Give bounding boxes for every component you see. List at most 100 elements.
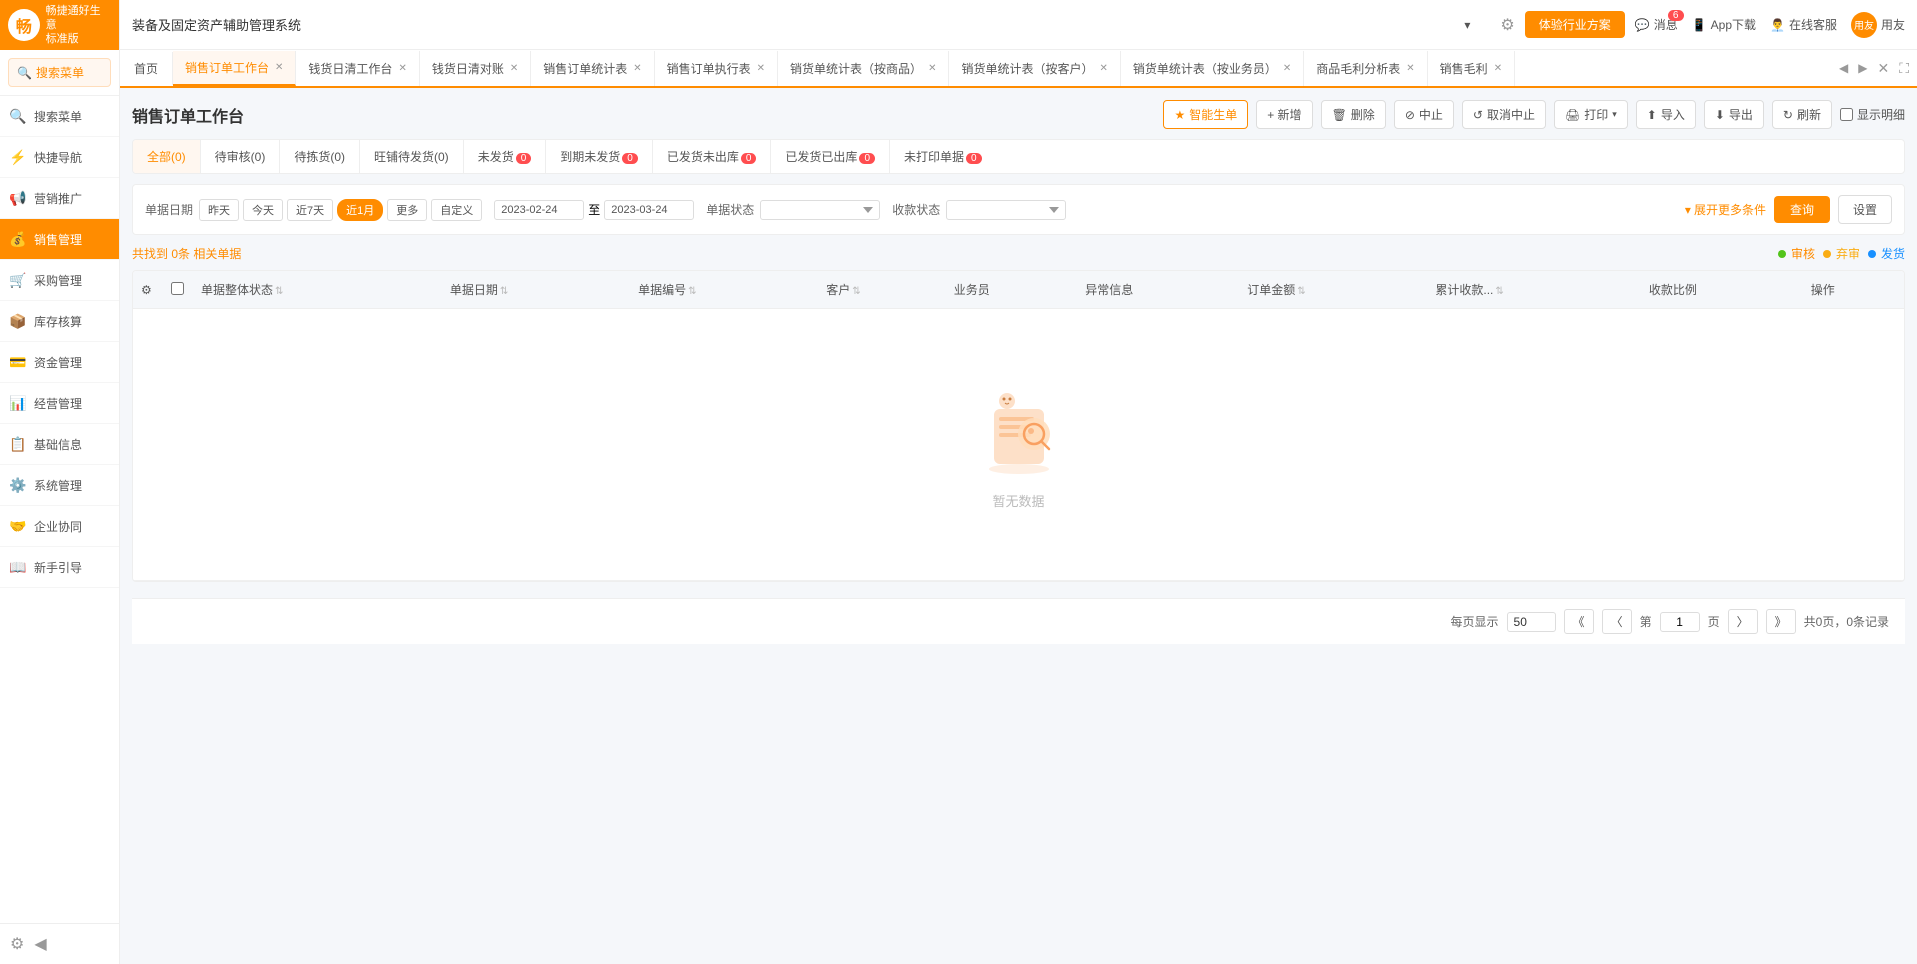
filter-tab-pending_check[interactable]: 待拣货(0) <box>280 140 360 173</box>
pause-button[interactable]: ⊘ 中止 <box>1394 100 1454 129</box>
sidebar-item-sales[interactable]: 💰销售管理 <box>0 219 119 260</box>
online-service-button[interactable]: 👨‍💼 在线客服 <box>1770 16 1837 33</box>
filter-tab-not_printed[interactable]: 未打印单据0 <box>890 140 996 173</box>
date-from-input[interactable] <box>494 200 584 220</box>
last-page-button[interactable]: 》 <box>1766 609 1796 634</box>
tab-cash_reconcile[interactable]: 钱货日清对账✕ <box>420 51 531 86</box>
date-btn-更多[interactable]: 更多 <box>387 199 427 221</box>
th-checkbox[interactable] <box>163 271 193 309</box>
tab-close-icon[interactable]: ✕ <box>275 62 283 73</box>
select-all-checkbox[interactable] <box>171 282 184 295</box>
expand-conditions-button[interactable]: ▾ 展开更多条件 <box>1685 201 1766 218</box>
tab-home[interactable]: 首页 <box>120 52 173 85</box>
export-button[interactable]: ⬇ 导出 <box>1704 100 1764 129</box>
sidebar-item-operation[interactable]: 📊经营管理 <box>0 383 119 424</box>
next-page-button[interactable]: 〉 <box>1728 609 1758 634</box>
tab-sales_exec[interactable]: 销售订单执行表✕ <box>655 51 778 86</box>
filter-tab-not_shipped[interactable]: 未发货0 <box>464 140 547 173</box>
filter-tab-overdue_not_shipped[interactable]: 到期未发货0 <box>546 140 653 173</box>
sidebar-item-purchase[interactable]: 🛒采购管理 <box>0 260 119 301</box>
tab-cash_daily[interactable]: 钱货日清工作台✕ <box>296 51 419 86</box>
cancel-pause-button[interactable]: ↺ 取消中止 <box>1462 100 1546 129</box>
sidebar-item-basic[interactable]: 📋基础信息 <box>0 424 119 465</box>
delete-button[interactable]: 🗑 删除 <box>1321 100 1386 129</box>
tab-margin_analysis[interactable]: 商品毛利分析表✕ <box>1304 51 1427 86</box>
page-size-select[interactable]: 50 10 20 100 <box>1507 612 1556 632</box>
new-button[interactable]: + 新增 <box>1256 100 1312 129</box>
filter-tab-all[interactable]: 全部(0) <box>133 140 201 173</box>
user-button[interactable]: 用友 用友 <box>1851 12 1905 38</box>
tab-sales_stat[interactable]: 销售订单统计表✕ <box>531 51 654 86</box>
sidebar-item-search[interactable]: 🔍搜索菜单 <box>0 96 119 137</box>
query-button[interactable]: 查询 <box>1774 196 1830 223</box>
show-detail-checkbox[interactable] <box>1840 108 1853 121</box>
prev-page-button[interactable]: 〈 <box>1602 609 1632 634</box>
settings-icon[interactable]: ⚙ <box>10 934 24 954</box>
status-select[interactable] <box>760 200 880 220</box>
smart-create-button[interactable]: ★ 智能生单 <box>1163 100 1248 129</box>
tab-close-icon[interactable]: ✕ <box>1406 63 1414 74</box>
search-menu-button[interactable]: 🔍 搜索菜单 <box>8 58 111 87</box>
first-page-button[interactable]: 《 <box>1564 609 1594 634</box>
tab-close-icon[interactable]: ✕ <box>1494 63 1502 74</box>
ship-button[interactable]: 发货 <box>1868 245 1905 262</box>
tab-close-icon[interactable]: ✕ <box>928 63 936 74</box>
show-detail-label[interactable]: 显示明细 <box>1840 106 1905 123</box>
th-collected[interactable]: 累计收款...⇅ <box>1427 271 1640 309</box>
app-download-button[interactable]: 📱 App下载 <box>1692 16 1756 33</box>
date-btn-近1月[interactable]: 近1月 <box>337 199 383 221</box>
tab-next-icon[interactable]: ▶ <box>1854 59 1871 77</box>
payment-select[interactable] <box>946 200 1066 220</box>
th-customer[interactable]: 客户⇅ <box>818 271 945 309</box>
sidebar-item-finance[interactable]: 💳资金管理 <box>0 342 119 383</box>
tab-close-icon[interactable]: ✕ <box>398 63 406 74</box>
tab-close-icon[interactable]: ✕ <box>510 63 518 74</box>
refresh-button[interactable]: ↻ 刷新 <box>1772 100 1832 129</box>
tab-sales_profit[interactable]: 销售毛利✕ <box>1428 51 1515 86</box>
date-btn-今天[interactable]: 今天 <box>243 199 283 221</box>
fullscreen-icon[interactable]: ⛶ <box>1895 58 1913 79</box>
import-button[interactable]: ⬆ 导入 <box>1636 100 1696 129</box>
sidebar-item-cooperation[interactable]: 🤝企业协同 <box>0 506 119 547</box>
close-all-tabs-icon[interactable]: ✕ <box>1873 58 1893 79</box>
filter-tab-pending_review[interactable]: 待审核(0) <box>201 140 281 173</box>
sidebar-item-marketing[interactable]: 📢营销推广 <box>0 178 119 219</box>
tab-close-icon[interactable]: ✕ <box>1099 63 1107 74</box>
gear-icon[interactable]: ⚙ <box>1500 15 1514 35</box>
sidebar-item-quick[interactable]: ⚡快捷导航 <box>0 137 119 178</box>
tab-sales_stat_product[interactable]: 销货单统计表（按商品）✕ <box>778 51 949 86</box>
sidebar-item-guide[interactable]: 📖新手引导 <box>0 547 119 588</box>
tab-sales_workbench[interactable]: 销售订单工作台✕ <box>173 51 296 86</box>
date-btn-自定义[interactable]: 自定义 <box>431 199 482 221</box>
sidebar-item-stock[interactable]: 📦库存核算 <box>0 301 119 342</box>
message-button[interactable]: 💬 消息 6 <box>1635 16 1678 33</box>
print-button[interactable]: 🖨 打印 ▾ <box>1554 100 1628 129</box>
sidebar-item-label: 经营管理 <box>34 395 82 412</box>
tab-sales_stat_staff[interactable]: 销货单统计表（按业务员）✕ <box>1121 51 1304 86</box>
solution-button[interactable]: 体验行业方案 <box>1525 11 1625 38</box>
tab-sales_stat_customer[interactable]: 销货单统计表（按客户）✕ <box>949 51 1120 86</box>
tab-prev-icon[interactable]: ◀ <box>1835 59 1852 77</box>
sidebar-item-system[interactable]: ⚙️系统管理 <box>0 465 119 506</box>
th-amount[interactable]: 订单金额⇅ <box>1239 271 1427 309</box>
filter-tab-shipped_not_warehoused[interactable]: 已发货未出库0 <box>653 140 772 173</box>
collapse-icon[interactable]: ◀ <box>34 934 46 954</box>
date-btn-昨天[interactable]: 昨天 <box>199 199 239 221</box>
date-btn-近7天[interactable]: 近7天 <box>287 199 333 221</box>
th-date[interactable]: 单据日期⇅ <box>442 271 630 309</box>
th-number[interactable]: 单据编号⇅ <box>630 271 818 309</box>
horizontal-scrollbar[interactable] <box>132 582 1905 598</box>
tab-close-icon[interactable]: ✕ <box>1283 63 1291 74</box>
system-dropdown[interactable]: ▾ <box>1464 18 1470 32</box>
tab-close-icon[interactable]: ✕ <box>757 63 765 74</box>
filter-tab-shipped_out[interactable]: 已发货已出库0 <box>771 140 890 173</box>
th-staff[interactable]: 业务员 <box>946 271 1078 309</box>
review-button[interactable]: 审核 <box>1778 245 1815 262</box>
setting-button[interactable]: 设置 <box>1838 195 1892 224</box>
page-number-input[interactable] <box>1660 612 1700 632</box>
tab-close-icon[interactable]: ✕ <box>633 63 641 74</box>
abandon-button[interactable]: 弃审 <box>1823 245 1860 262</box>
date-to-input[interactable] <box>604 200 694 220</box>
th-settings[interactable]: ⚙ <box>133 271 163 309</box>
filter-tab-wangpu_pending[interactable]: 旺铺待发货(0) <box>360 140 464 173</box>
